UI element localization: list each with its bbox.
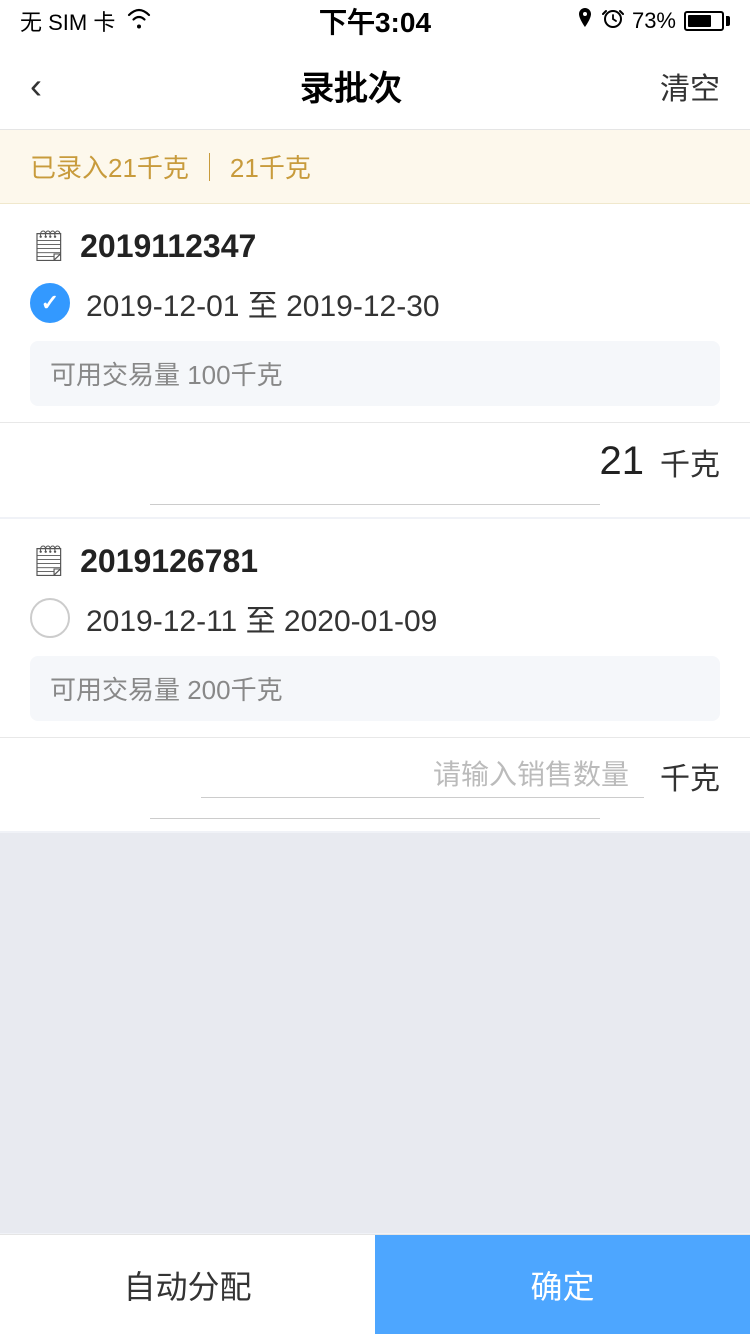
auto-distribute-button[interactable]: 自动分配 bbox=[0, 1235, 375, 1334]
bottom-bar: 自动分配 确定 bbox=[0, 1234, 750, 1334]
batch-date-row-2: 2019-12-11 至 2020-01-09 bbox=[0, 592, 750, 652]
confirm-button[interactable]: 确定 bbox=[375, 1235, 750, 1334]
checkmark-icon-1: ✓ bbox=[41, 290, 59, 316]
recorded-label: 已录入21千克 bbox=[30, 148, 189, 185]
batch-date-row-1: ✓ 2019-12-01 至 2019-12-30 bbox=[0, 277, 750, 337]
clear-button[interactable]: 清空 bbox=[660, 64, 720, 108]
status-time: 下午3:04 bbox=[319, 1, 431, 41]
status-left: 无 SIM 卡 bbox=[20, 5, 153, 37]
batch-date-1: 2019-12-01 至 2019-12-30 bbox=[86, 281, 440, 325]
location-icon bbox=[576, 7, 594, 35]
back-button[interactable]: ‹ bbox=[30, 65, 42, 107]
battery-icon bbox=[684, 11, 730, 31]
status-right: 73% bbox=[576, 7, 730, 35]
input-row-1: 21 千克 bbox=[0, 422, 750, 504]
status-bar: 无 SIM 卡 下午3:04 73% bbox=[0, 0, 750, 42]
batch-radio-1[interactable]: ✓ bbox=[30, 283, 70, 323]
batch-id-2: 2019126781 bbox=[80, 543, 258, 580]
batch-date-2: 2019-12-11 至 2020-01-09 bbox=[86, 596, 437, 640]
nav-bar: ‹ 录批次 清空 bbox=[0, 42, 750, 130]
qty-value-1: 21 bbox=[564, 439, 644, 484]
batch-radio-2[interactable] bbox=[30, 598, 70, 638]
no-sim-label: 无 SIM 卡 bbox=[20, 5, 115, 37]
wifi-icon bbox=[125, 7, 153, 35]
batch-item-2: 🗒 2019126781 2019-12-11 至 2020-01-09 可用交… bbox=[0, 519, 750, 831]
summary-divider bbox=[209, 153, 210, 181]
alarm-icon bbox=[602, 7, 624, 35]
unit-label-2: 千克 bbox=[660, 754, 720, 798]
batch-header-1: 🗒 2019112347 bbox=[0, 204, 750, 277]
summary-value: 21千克 bbox=[230, 148, 311, 185]
batch-id-1: 2019112347 bbox=[80, 228, 256, 265]
batch-header-2: 🗒 2019126781 bbox=[0, 519, 750, 592]
gray-filler bbox=[0, 833, 750, 1233]
document-icon-2: 🗒 bbox=[30, 544, 68, 579]
available-qty-1: 可用交易量 100千克 bbox=[30, 341, 720, 406]
content-area: 🗒 2019112347 ✓ 2019-12-01 至 2019-12-30 可… bbox=[0, 204, 750, 1333]
page-title: 录批次 bbox=[300, 61, 402, 110]
input-row-2[interactable]: 千克 bbox=[0, 737, 750, 818]
unit-label-1: 千克 bbox=[660, 440, 720, 484]
battery-percent: 73% bbox=[632, 8, 676, 34]
qty-input-2[interactable] bbox=[201, 754, 644, 798]
available-qty-2: 可用交易量 200千克 bbox=[30, 656, 720, 721]
summary-bar: 已录入21千克 21千克 bbox=[0, 130, 750, 204]
batch-item-1: 🗒 2019112347 ✓ 2019-12-01 至 2019-12-30 可… bbox=[0, 204, 750, 517]
document-icon-1: 🗒 bbox=[30, 229, 68, 264]
